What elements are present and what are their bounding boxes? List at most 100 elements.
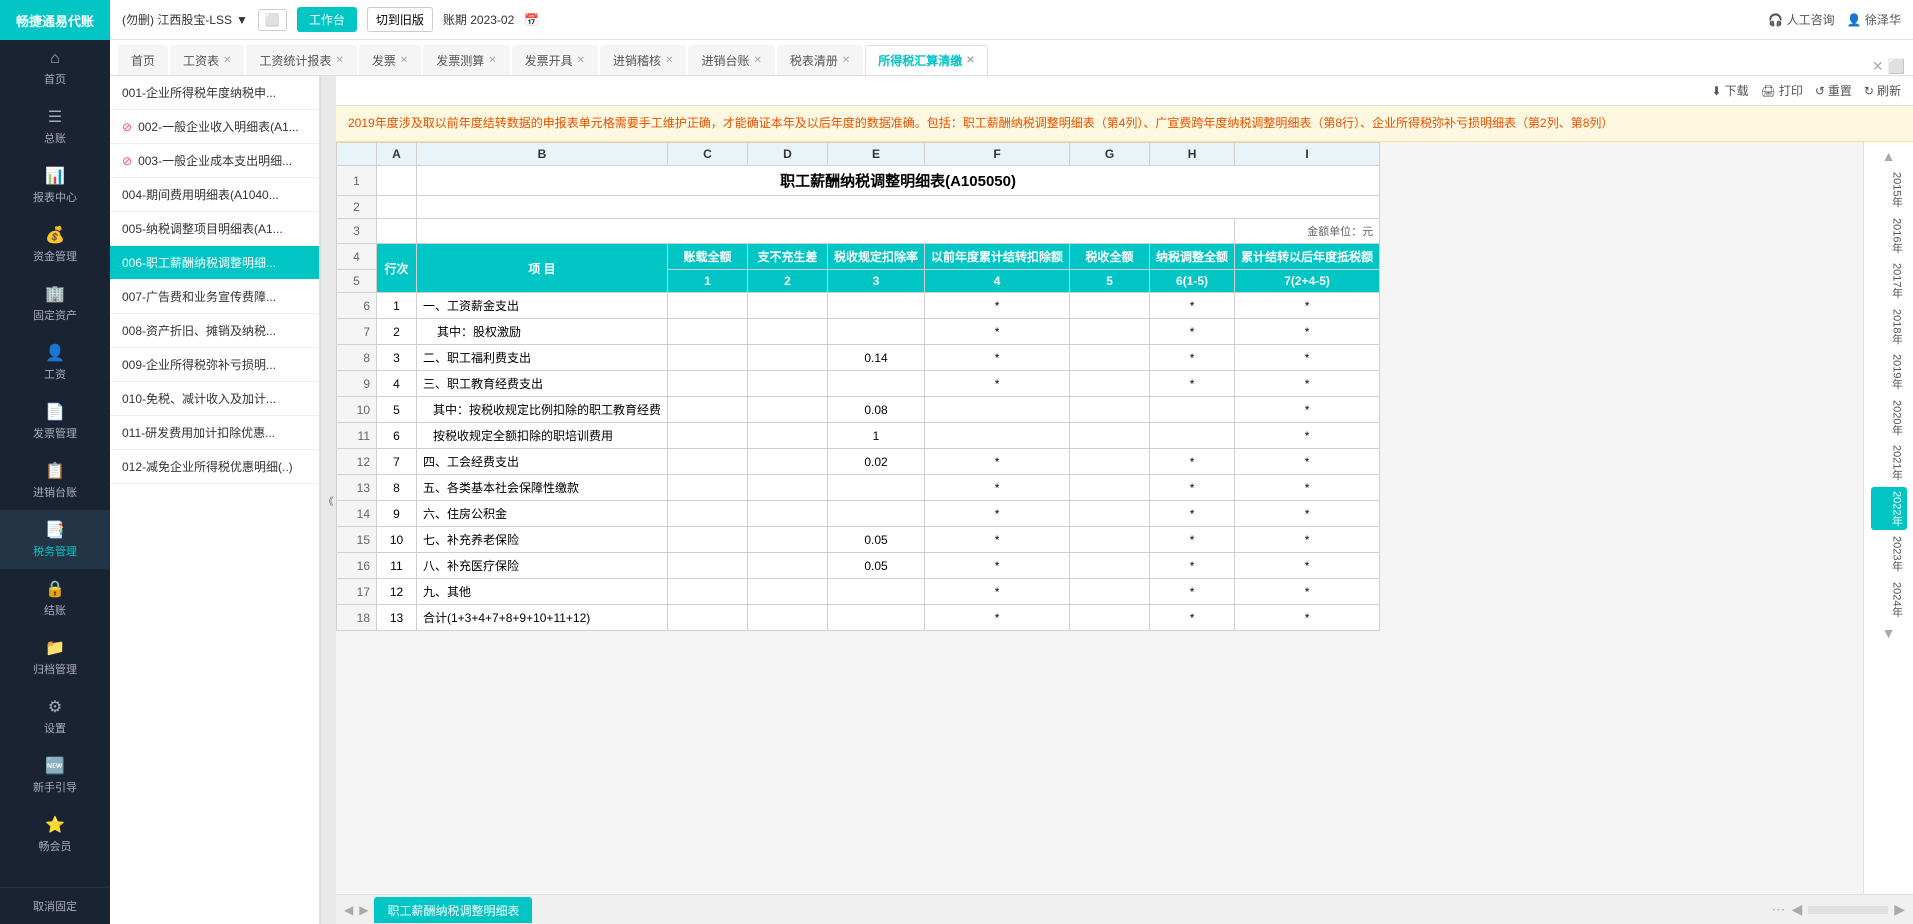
c6-11[interactable]: * (1150, 553, 1235, 579)
label-3[interactable]: 二、职工福利费支出 (417, 345, 668, 371)
left-panel-item-009[interactable]: 009-企业所得税弥补亏损明... (110, 348, 319, 382)
c7-4[interactable]: * (1235, 371, 1380, 397)
c7-6[interactable]: * (1235, 423, 1380, 449)
c7-2[interactable]: * (1235, 319, 1380, 345)
tab-payroll[interactable]: 工资表 ✕ (170, 45, 244, 75)
tab-sales-check-close[interactable]: ✕ (665, 55, 673, 66)
c5-4[interactable] (1070, 371, 1150, 397)
c3-6[interactable]: 1 (828, 423, 925, 449)
label-2[interactable]: 其中：股权激励 (417, 319, 668, 345)
tab-invoice-close[interactable]: ✕ (400, 55, 408, 66)
c6-2[interactable]: * (1150, 319, 1235, 345)
c4-8[interactable]: * (925, 475, 1070, 501)
tab-invoice[interactable]: 发票 ✕ (359, 45, 421, 75)
c3-5[interactable]: 0.08 (828, 397, 925, 423)
c1-9[interactable] (668, 501, 748, 527)
year-nav-down[interactable]: ▼ (1880, 623, 1898, 643)
c7-12[interactable]: * (1235, 579, 1380, 605)
label-5[interactable]: 其中：按税收规定比例扣除的职工教育经费 (417, 397, 668, 423)
year-nav-up[interactable]: ▲ (1880, 146, 1898, 166)
c7-9[interactable]: * (1235, 501, 1380, 527)
c3-9[interactable] (828, 501, 925, 527)
year-nav-2017[interactable]: 2017年 (1871, 259, 1907, 302)
c4-1[interactable]: * (925, 293, 1070, 319)
sidebar-item-guide[interactable]: 🆕 新手引导 (0, 746, 110, 805)
tab-invoice-calc-close[interactable]: ✕ (488, 55, 496, 66)
left-panel-item-008[interactable]: 008-资产折旧、摊销及纳税... (110, 314, 319, 348)
c6-4[interactable]: * (1150, 371, 1235, 397)
c3-3[interactable]: 0.14 (828, 345, 925, 371)
tab-sales-ledger-close[interactable]: ✕ (753, 55, 761, 66)
c7-11[interactable]: * (1235, 553, 1380, 579)
sidebar-item-closing[interactable]: 🔒 结账 (0, 569, 110, 628)
c6-13[interactable]: * (1150, 605, 1235, 631)
c5-5[interactable] (1070, 397, 1150, 423)
c6-3[interactable]: * (1150, 345, 1235, 371)
download-button[interactable]: ⬇ 下载 (1712, 82, 1749, 99)
tab-payroll-close[interactable]: ✕ (223, 55, 231, 66)
c2-2[interactable] (748, 319, 828, 345)
year-nav-2023[interactable]: 2023年 (1871, 532, 1907, 575)
c2-4[interactable] (748, 371, 828, 397)
left-panel-item-005[interactable]: 005-纳税调整项目明细表(A1... (110, 212, 319, 246)
tab-sales-check[interactable]: 进销稽核 ✕ (600, 45, 686, 75)
workbench-button[interactable]: 工作台 (297, 7, 357, 32)
c5-12[interactable] (1070, 579, 1150, 605)
c5-6[interactable] (1070, 423, 1150, 449)
c5-1[interactable] (1070, 293, 1150, 319)
label-10[interactable]: 七、补充养老保险 (417, 527, 668, 553)
c7-8[interactable]: * (1235, 475, 1380, 501)
c2-1[interactable] (748, 293, 828, 319)
sheet-tab-main[interactable]: 职工薪酬纳税调整明细表 (374, 897, 532, 923)
c1-11[interactable] (668, 553, 748, 579)
sheet-nav-right-icon[interactable]: ▶ (1894, 901, 1905, 918)
left-panel-item-011[interactable]: 011-研发费用加计扣除优惠... (110, 416, 319, 450)
c5-9[interactable] (1070, 501, 1150, 527)
c5-3[interactable] (1070, 345, 1150, 371)
label-4[interactable]: 三、职工教育经费支出 (417, 371, 668, 397)
sheet-scroll-bar[interactable] (1808, 906, 1888, 914)
c3-2[interactable] (828, 319, 925, 345)
refresh-button[interactable]: ↻ 刷新 (1864, 82, 1901, 99)
label-12[interactable]: 九、其他 (417, 579, 668, 605)
user-area[interactable]: 👤 徐泽华 (1847, 11, 1901, 28)
year-nav-2022[interactable]: 2022年 (1871, 487, 1907, 530)
sidebar-item-settings[interactable]: ⚙ 设置 (0, 687, 110, 746)
print-button[interactable]: 🖨 打印 (1761, 82, 1803, 99)
c1-10[interactable] (668, 527, 748, 553)
left-panel-item-006[interactable]: 006-职工薪酬纳税调整明细... (110, 246, 319, 280)
calendar-icon[interactable]: 📅 (524, 13, 539, 27)
c4-4[interactable]: * (925, 371, 1070, 397)
left-panel-item-010[interactable]: 010-免税、减计收入及加计... (110, 382, 319, 416)
old-version-button[interactable]: 切到旧版 (367, 7, 433, 32)
c6-10[interactable]: * (1150, 527, 1235, 553)
c7-5[interactable]: * (1235, 397, 1380, 423)
left-panel-item-004[interactable]: 004-期间费用明细表(A1040... (110, 178, 319, 212)
left-panel-item-002[interactable]: ⊘ 002-一般企业收入明细表(A1... (110, 110, 319, 144)
year-nav-2020[interactable]: 2020年 (1871, 396, 1907, 439)
sidebar-item-ledger[interactable]: ☰ 总账 (0, 97, 110, 156)
c3-13[interactable] (828, 605, 925, 631)
copy-button[interactable]: ⬜ (258, 9, 287, 31)
year-nav-2018[interactable]: 2018年 (1871, 305, 1907, 348)
c1-12[interactable] (668, 579, 748, 605)
c2-6[interactable] (748, 423, 828, 449)
reset-button[interactable]: ↺ 重置 (1815, 82, 1852, 99)
c3-1[interactable] (828, 293, 925, 319)
c4-9[interactable]: * (925, 501, 1070, 527)
label-13[interactable]: 合计(1+3+4+7+8+9+10+11+12) (417, 605, 668, 631)
c4-11[interactable]: * (925, 553, 1070, 579)
restore-icon[interactable]: ⬜ (1888, 58, 1905, 75)
c3-11[interactable]: 0.05 (828, 553, 925, 579)
c4-10[interactable]: * (925, 527, 1070, 553)
left-panel-item-003[interactable]: ⊘ 003-一般企业成本支出明细... (110, 144, 319, 178)
c7-3[interactable]: * (1235, 345, 1380, 371)
label-6[interactable]: 按税收规定全额扣除的职培训费用 (417, 423, 668, 449)
c6-8[interactable]: * (1150, 475, 1235, 501)
c3-4[interactable] (828, 371, 925, 397)
c2-13[interactable] (748, 605, 828, 631)
tab-income-tax[interactable]: 所得税汇算清缴 ✕ (865, 45, 987, 75)
tab-income-tax-close[interactable]: ✕ (966, 55, 974, 66)
label-11[interactable]: 八、补充医疗保险 (417, 553, 668, 579)
c6-7[interactable]: * (1150, 449, 1235, 475)
